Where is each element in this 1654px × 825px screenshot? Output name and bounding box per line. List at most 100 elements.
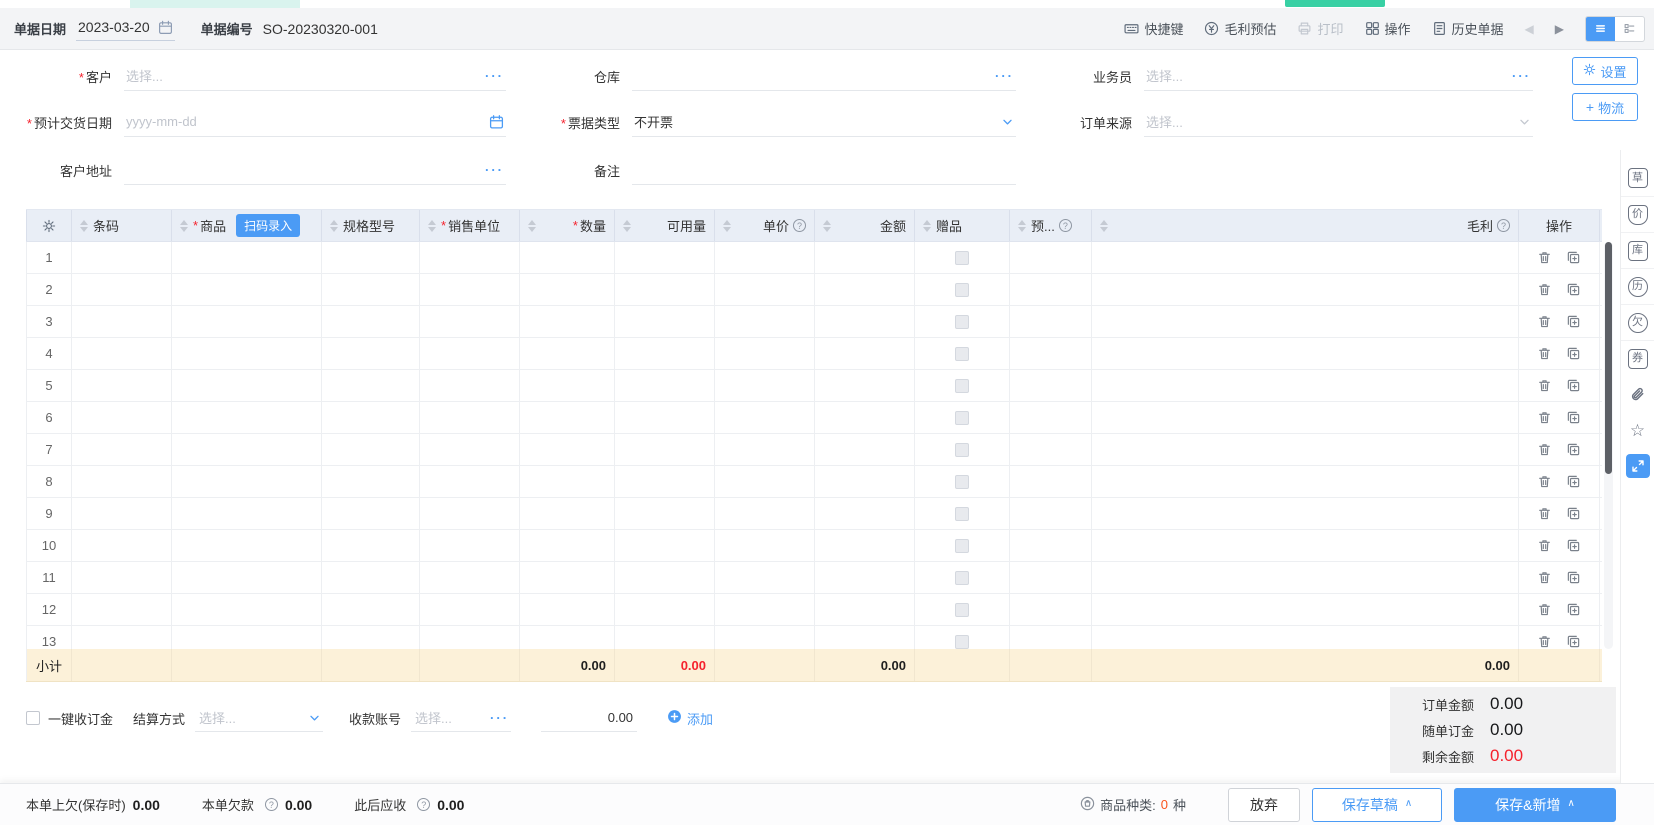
gift-checkbox[interactable] [955, 410, 969, 425]
sort-icon[interactable] [1018, 219, 1026, 232]
cell-amount[interactable] [815, 242, 915, 273]
cell-price[interactable] [715, 466, 815, 497]
delete-row-icon[interactable] [1537, 442, 1552, 457]
column-header-forecast[interactable]: 预...? [1010, 210, 1092, 241]
cell-product[interactable] [172, 242, 322, 273]
sidebar-tool-draft[interactable]: 草 [1621, 160, 1654, 196]
cell-gift[interactable] [915, 306, 1010, 337]
cell-product[interactable] [172, 498, 322, 529]
cell-spec[interactable] [322, 626, 420, 649]
customer-address-input[interactable]: ··· [124, 155, 506, 185]
ellipsis-icon[interactable]: ··· [485, 163, 504, 176]
cell-amount[interactable] [815, 594, 915, 625]
sidebar-tool-expand[interactable] [1621, 448, 1654, 484]
cell-spec[interactable] [322, 498, 420, 529]
cell-spec[interactable] [322, 402, 420, 433]
cell-product[interactable] [172, 306, 322, 337]
sidebar-tool-inventory[interactable]: 库 [1620, 232, 1654, 268]
copy-row-icon[interactable] [1566, 314, 1581, 329]
help-icon[interactable]: ? [417, 798, 431, 811]
calendar-icon[interactable] [489, 114, 504, 129]
cell-spec[interactable] [322, 274, 420, 305]
invoice-type-select[interactable]: 不开票 [632, 107, 1016, 137]
copy-row-icon[interactable] [1566, 570, 1581, 585]
salesman-input[interactable]: 选择... ··· [1144, 61, 1533, 91]
cell-barcode[interactable] [72, 466, 172, 497]
sidebar-tool-attachment[interactable] [1621, 376, 1654, 412]
cell-gift[interactable] [915, 562, 1010, 593]
cell-spec[interactable] [322, 562, 420, 593]
cell-gift[interactable] [915, 594, 1010, 625]
column-header-profit[interactable]: 毛利? [1092, 210, 1519, 241]
cell-price[interactable] [715, 306, 815, 337]
gift-checkbox[interactable] [955, 570, 969, 585]
cell-profit[interactable] [1092, 498, 1519, 529]
cell-gift[interactable] [915, 626, 1010, 649]
cell-amount[interactable] [815, 626, 915, 649]
remark-input[interactable] [632, 155, 1016, 185]
cell-gift[interactable] [915, 530, 1010, 561]
sidebar-tool-favorite[interactable]: ☆ [1621, 412, 1654, 448]
deposit-amount-input[interactable]: 0.00 [541, 704, 638, 732]
cell-product[interactable] [172, 274, 322, 305]
cell-forecast[interactable] [1010, 338, 1092, 369]
scrollbar-thumb[interactable] [1605, 242, 1612, 474]
chevron-down-icon[interactable] [308, 711, 321, 724]
cell-spec[interactable] [322, 594, 420, 625]
cell-price[interactable] [715, 338, 815, 369]
cell-profit[interactable] [1092, 434, 1519, 465]
cell-barcode[interactable] [72, 242, 172, 273]
cell-qty[interactable] [520, 242, 615, 273]
delete-row-icon[interactable] [1537, 282, 1552, 297]
cell-price[interactable] [715, 530, 815, 561]
cell-product[interactable] [172, 402, 322, 433]
cell-spec[interactable] [322, 338, 420, 369]
cell-unit[interactable] [420, 402, 520, 433]
cell-gift[interactable] [915, 338, 1010, 369]
cell-unit[interactable] [420, 498, 520, 529]
cell-barcode[interactable] [72, 370, 172, 401]
column-header-unit[interactable]: * 销售单位 [420, 210, 520, 241]
column-header-barcode[interactable]: 条码 [72, 210, 172, 241]
ellipsis-icon[interactable]: ··· [995, 69, 1014, 82]
gift-checkbox[interactable] [955, 602, 969, 617]
cell-profit[interactable] [1092, 274, 1519, 305]
sort-icon[interactable] [723, 219, 731, 232]
cell-forecast[interactable] [1010, 434, 1092, 465]
order-source-select[interactable]: 选择... [1144, 107, 1533, 137]
cell-gift[interactable] [915, 434, 1010, 465]
cell-barcode[interactable] [72, 626, 172, 649]
column-header-index[interactable] [26, 210, 72, 241]
column-header-product[interactable]: * 商品 扫码录入 [172, 210, 322, 241]
cell-available[interactable] [615, 530, 715, 561]
cell-price[interactable] [715, 370, 815, 401]
cell-spec[interactable] [322, 530, 420, 561]
column-header-amount[interactable]: 金额 [815, 210, 915, 241]
sort-icon[interactable] [428, 219, 436, 232]
cell-forecast[interactable] [1010, 402, 1092, 433]
cell-unit[interactable] [420, 626, 520, 649]
next-doc-button[interactable]: ▶ [1555, 22, 1564, 36]
cell-gift[interactable] [915, 370, 1010, 401]
cell-qty[interactable] [520, 434, 615, 465]
ellipsis-icon[interactable]: ··· [490, 711, 509, 724]
delete-row-icon[interactable] [1537, 346, 1552, 361]
cell-unit[interactable] [420, 434, 520, 465]
cell-spec[interactable] [322, 370, 420, 401]
delete-row-icon[interactable] [1537, 474, 1552, 489]
cell-amount[interactable] [815, 498, 915, 529]
add-payment-link[interactable]: 添加 [667, 709, 713, 728]
cell-amount[interactable] [815, 306, 915, 337]
gift-checkbox[interactable] [955, 634, 969, 649]
cell-qty[interactable] [520, 402, 615, 433]
toolbar-action-print[interactable]: 打印 [1297, 19, 1344, 38]
cell-spec[interactable] [322, 434, 420, 465]
column-header-gift[interactable]: 赠品 [915, 210, 1010, 241]
copy-row-icon[interactable] [1566, 378, 1581, 393]
cell-barcode[interactable] [72, 338, 172, 369]
cancel-button[interactable]: 放弃 [1228, 787, 1300, 822]
cell-profit[interactable] [1092, 306, 1519, 337]
cell-gift[interactable] [915, 242, 1010, 273]
sort-icon[interactable] [80, 219, 88, 232]
scan-input-button[interactable]: 扫码录入 [236, 214, 301, 237]
